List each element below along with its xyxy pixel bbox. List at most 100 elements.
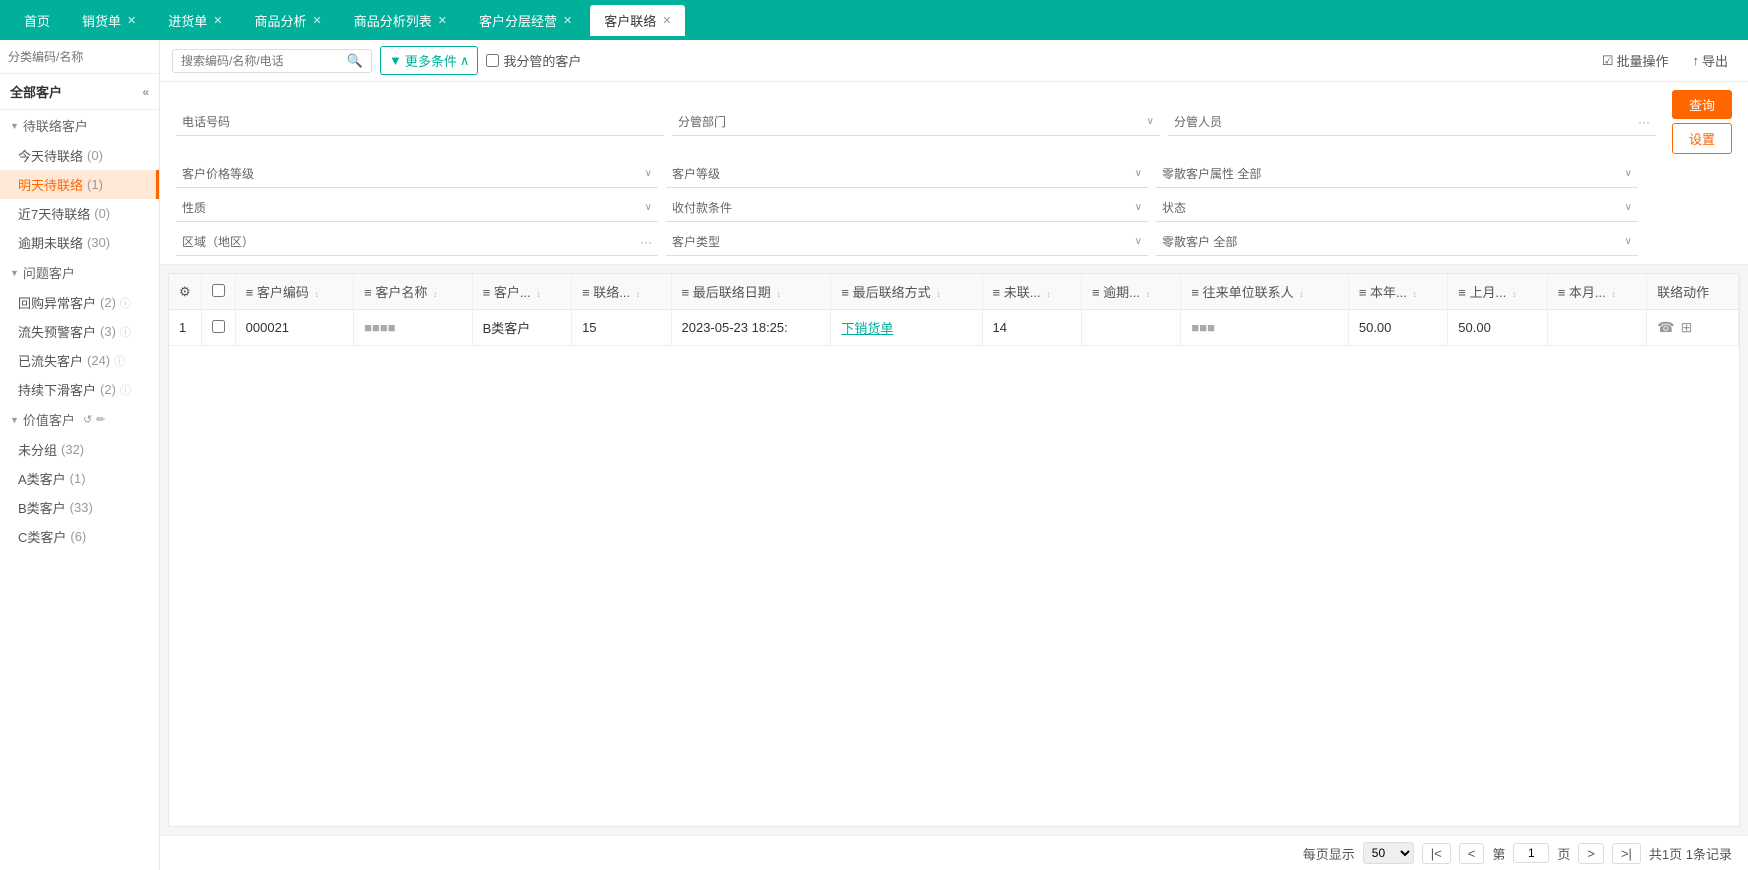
sidebar-item-class-c[interactable]: C类客户(6) <box>0 522 159 551</box>
col-gear[interactable]: ⚙ <box>169 274 201 310</box>
table-row: 1 000021 ■■■■ B类客户 15 2023-05-23 18:25: … <box>169 310 1739 346</box>
set-button[interactable]: 设置 <box>1672 123 1732 154</box>
col-customer-type[interactable]: ≡ 客户... ↕ <box>472 274 571 310</box>
chevron-down-icon: ∨ <box>1147 116 1154 127</box>
main-search-input[interactable] <box>181 54 343 68</box>
col-last-month[interactable]: ≡ 上月... ↕ <box>1448 274 1547 310</box>
col-contact[interactable]: ≡ 联络... ↕ <box>572 274 671 310</box>
batch-op-btn[interactable]: ☑ 批量操作 <box>1594 47 1677 74</box>
cell-check[interactable] <box>201 310 235 346</box>
refresh-icon[interactable]: ↺ <box>83 413 92 426</box>
filter-region[interactable]: 区域（地区） ··· <box>176 228 658 256</box>
row-checkbox[interactable] <box>212 320 225 333</box>
filter-phone-input[interactable] <box>234 115 658 129</box>
sidebar-item-class-a[interactable]: A类客户(1) <box>0 464 159 493</box>
select-all-checkbox[interactable] <box>212 284 225 297</box>
filter-region-label: 区域（地区） <box>182 233 636 250</box>
nav-item-product-analysis[interactable]: 商品分析 ✕ <box>240 5 335 36</box>
next-page-btn[interactable]: > <box>1578 843 1604 864</box>
nav-close-product-list[interactable]: ✕ <box>438 14 447 27</box>
filter-phone-label: 电话号码 <box>182 113 230 130</box>
sidebar-item-churned[interactable]: 已流失客户(24) ⓘ <box>0 346 159 375</box>
nav-item-product-list[interactable]: 商品分析列表 ✕ <box>340 5 461 36</box>
all-customers-header[interactable]: 全部客户 « <box>0 74 159 110</box>
filter-price-level[interactable]: 客户价格等级 ∨ <box>176 160 658 188</box>
sidebar-item-class-b[interactable]: B类客户(33) <box>0 493 159 522</box>
first-page-btn[interactable]: |< <box>1422 843 1451 864</box>
chevron-down-icon: ∨ <box>1625 236 1632 247</box>
nav-item-home[interactable]: 首页 <box>10 5 64 36</box>
col-check[interactable] <box>201 274 235 310</box>
per-page-select[interactable]: 50 100 <box>1363 842 1414 864</box>
filter-payment-label: 收付款条件 <box>672 199 1131 216</box>
cell-last-month: 50.00 <box>1448 310 1547 346</box>
chevron-down-icon: ∨ <box>1625 202 1632 213</box>
filter-bar: 🔍 ▼ 更多条件 ∧ 我分管的客户 ☑ 批量操作 ↑ 导出 <box>160 40 1748 82</box>
col-last-contact-date[interactable]: ≡ 最后联络日期 ↕ <box>671 274 831 310</box>
col-overdue[interactable]: ≡ 逾期... ↕ <box>1081 274 1180 310</box>
col-this-month[interactable]: ≡ 本月... ↕ <box>1547 274 1646 310</box>
sidebar-search-input[interactable] <box>8 50 160 64</box>
filter-customer-type-label: 客户类型 <box>672 233 1131 250</box>
nav-close-sales[interactable]: ✕ <box>127 14 136 27</box>
filter-retail-attr[interactable]: 零散客户属性 全部 ∨ <box>1156 160 1638 188</box>
filter-nature[interactable]: 性质 ∨ <box>176 194 658 222</box>
nav-item-customer-contact[interactable]: 客户联络 ✕ <box>590 5 685 36</box>
col-customer-code[interactable]: ≡ 客户编码 ↕ <box>235 274 353 310</box>
query-button[interactable]: 查询 <box>1672 90 1732 119</box>
sidebar-item-churn-warning[interactable]: 流失预警客户(3) ⓘ <box>0 317 159 346</box>
filter-nature-label: 性质 <box>182 199 641 216</box>
ellipsis-icon[interactable]: ··· <box>640 235 652 249</box>
filter-person[interactable]: 分管人员 ··· <box>1168 108 1656 136</box>
cell-overdue <box>1081 310 1180 346</box>
prev-page-btn[interactable]: < <box>1459 843 1485 864</box>
filter-status[interactable]: 状态 ∨ <box>1156 194 1638 222</box>
filter-customer-type[interactable]: 客户类型 ∨ <box>666 228 1148 256</box>
sidebar-item-7days[interactable]: 近7天待联络(0) <box>0 199 159 228</box>
sidebar-item-ungrouped[interactable]: 未分组(32) <box>0 435 159 464</box>
nav-item-sales[interactable]: 销货单 ✕ <box>68 5 150 36</box>
export-btn[interactable]: ↑ 导出 <box>1684 47 1736 74</box>
col-company-contact[interactable]: ≡ 往来单位联系人 ↕ <box>1181 274 1348 310</box>
contact-method-link[interactable]: 下销货单 <box>841 321 893 336</box>
col-this-year[interactable]: ≡ 本年... ↕ <box>1348 274 1447 310</box>
collapse-icon[interactable]: « <box>142 85 149 99</box>
nav-close-customer-contact[interactable]: ✕ <box>662 14 671 27</box>
ellipsis-icon[interactable]: ··· <box>1638 115 1650 129</box>
search-icon[interactable]: 🔍 <box>347 53 363 69</box>
edit-icon[interactable]: ✏ <box>96 413 105 426</box>
col-last-contact-method[interactable]: ≡ 最后联络方式 ↕ <box>831 274 982 310</box>
sidebar-group-problem: 问题客户 <box>0 257 159 288</box>
export-icon: ↑ <box>1692 53 1699 68</box>
more-action-icon[interactable]: ⊞ <box>1681 319 1693 336</box>
nav-close-customer-layer[interactable]: ✕ <box>563 14 572 27</box>
col-customer-name[interactable]: ≡ 客户名称 ↕ <box>354 274 472 310</box>
nav-close-product-analysis[interactable]: ✕ <box>313 14 322 27</box>
sidebar-item-today[interactable]: 今天待联络(0) <box>0 141 159 170</box>
chevron-down-icon: ∨ <box>645 202 652 213</box>
col-not-contacted[interactable]: ≡ 未联... ↕ <box>982 274 1081 310</box>
filter-customer-level[interactable]: 客户等级 ∨ <box>666 160 1148 188</box>
action-buttons: ☑ 批量操作 ↑ 导出 <box>1594 47 1736 74</box>
filter-payment[interactable]: 收付款条件 ∨ <box>666 194 1148 222</box>
sidebar-item-repurchase-abnormal[interactable]: 回购异常客户(2) ⓘ <box>0 288 159 317</box>
my-customer-checkbox-wrap[interactable]: 我分管的客户 <box>486 51 581 70</box>
last-page-btn[interactable]: >| <box>1612 843 1641 864</box>
page-label: 第 <box>1492 844 1505 863</box>
sidebar-item-tomorrow[interactable]: 明天待联络(1) <box>0 170 159 199</box>
nav-close-purchase[interactable]: ✕ <box>213 14 222 27</box>
contact-action-icon[interactable]: ☎ <box>1657 319 1674 336</box>
page-input[interactable] <box>1513 843 1549 863</box>
filter-retail-customer[interactable]: 零散客户 全部 ∨ <box>1156 228 1638 256</box>
sidebar-item-declining[interactable]: 持续下滑客户(2) ⓘ <box>0 375 159 404</box>
search-input-wrap: 🔍 <box>172 49 372 73</box>
filter-dept[interactable]: 分管部门 ∨ <box>672 108 1160 136</box>
more-conditions-btn[interactable]: ▼ 更多条件 ∧ <box>380 46 478 75</box>
nav-label-product-list: 商品分析列表 <box>354 11 432 30</box>
nav-item-purchase[interactable]: 进货单 ✕ <box>154 5 236 36</box>
cell-index: 1 <box>169 310 201 346</box>
nav-label-product-analysis: 商品分析 <box>254 11 306 30</box>
sidebar-item-overdue[interactable]: 逾期未联络(30) <box>0 228 159 257</box>
nav-item-customer-layer[interactable]: 客户分层经营 ✕ <box>465 5 586 36</box>
my-customer-checkbox[interactable] <box>486 54 499 67</box>
